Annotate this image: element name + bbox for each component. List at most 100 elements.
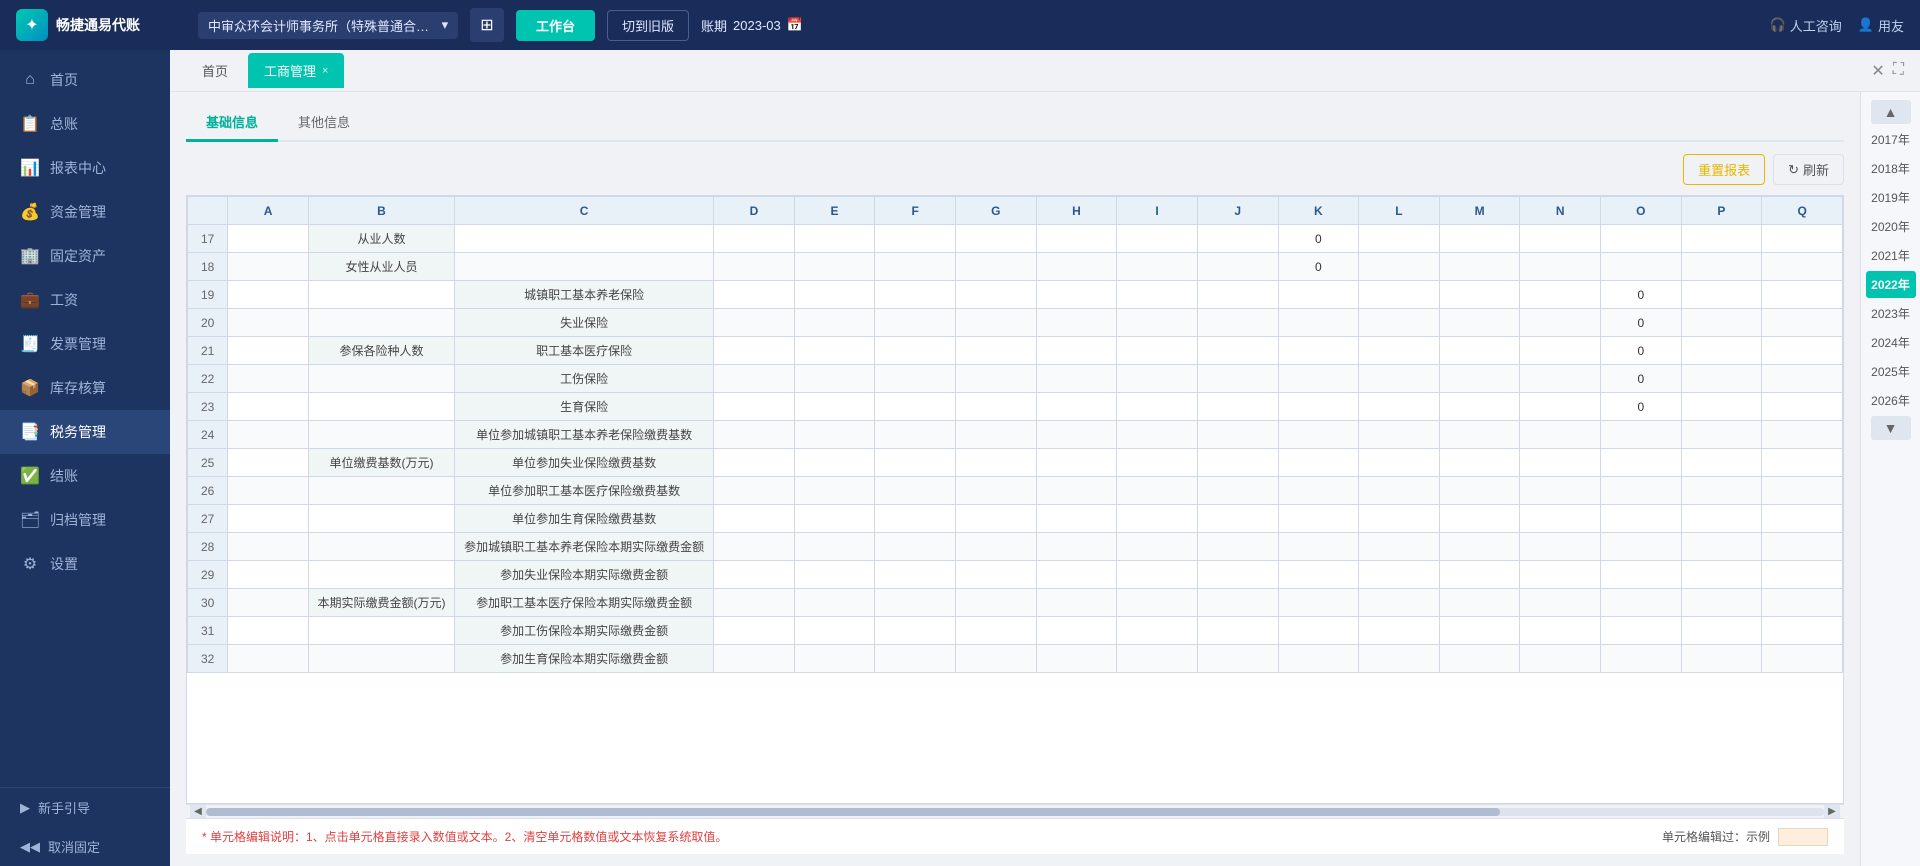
cell-28-n[interactable]	[1520, 533, 1601, 561]
sidebar-item-fixed-assets[interactable]: 🏢 固定资产	[0, 234, 170, 278]
cell-30-b[interactable]: 本期实际缴费金额(万元)	[308, 589, 454, 617]
cell-25-q[interactable]	[1762, 449, 1843, 477]
cell-27-m[interactable]	[1439, 505, 1520, 533]
cell-18-i[interactable]	[1117, 253, 1198, 281]
cell-29-h[interactable]	[1036, 561, 1117, 589]
cell-31-g[interactable]	[956, 617, 1037, 645]
cell-21-b[interactable]: 参保各险种人数	[308, 337, 454, 365]
year-item-2022[interactable]: 2022年	[1866, 271, 1916, 298]
cell-20-f[interactable]	[875, 309, 956, 337]
cell-19-f[interactable]	[875, 281, 956, 309]
cell-27-o[interactable]	[1601, 505, 1682, 533]
cell-24-b[interactable]	[308, 421, 454, 449]
sidebar-item-tax-mgmt[interactable]: 📑 税务管理	[0, 410, 170, 454]
cell-30-f[interactable]	[875, 589, 956, 617]
year-item-2025[interactable]: 2025年	[1866, 358, 1916, 385]
cell-24-l[interactable]	[1359, 421, 1440, 449]
cell-22-b[interactable]	[308, 365, 454, 393]
cell-22-q[interactable]	[1762, 365, 1843, 393]
cell-26-g[interactable]	[956, 477, 1037, 505]
cell-19-p[interactable]	[1681, 281, 1762, 309]
cell-19-n[interactable]	[1520, 281, 1601, 309]
cell-27-j[interactable]	[1197, 505, 1278, 533]
cell-27-g[interactable]	[956, 505, 1037, 533]
cell-25-l[interactable]	[1359, 449, 1440, 477]
cell-31-p[interactable]	[1681, 617, 1762, 645]
cell-31-m[interactable]	[1439, 617, 1520, 645]
cell-25-k[interactable]	[1278, 449, 1359, 477]
h-scroll-track[interactable]	[206, 808, 1824, 816]
year-item-2018[interactable]: 2018年	[1866, 155, 1916, 182]
sidebar-item-archive-mgmt[interactable]: 🗂 归档管理	[0, 498, 170, 542]
cell-20-p[interactable]	[1681, 309, 1762, 337]
cell-17-c[interactable]	[455, 225, 714, 253]
sidebar-item-closing[interactable]: ✅ 结账	[0, 454, 170, 498]
cell-18-c[interactable]	[455, 253, 714, 281]
cell-28-b[interactable]	[308, 533, 454, 561]
cell-26-l[interactable]	[1359, 477, 1440, 505]
cell-30-l[interactable]	[1359, 589, 1440, 617]
cell-32-n[interactable]	[1520, 645, 1601, 673]
cell-31-o[interactable]	[1601, 617, 1682, 645]
cell-17-q[interactable]	[1762, 225, 1843, 253]
cell-25-p[interactable]	[1681, 449, 1762, 477]
cell-21-f[interactable]	[875, 337, 956, 365]
switch-version-button[interactable]: 切到旧版	[607, 10, 689, 41]
cell-18-h[interactable]	[1036, 253, 1117, 281]
cell-22-o[interactable]: 0	[1601, 365, 1682, 393]
company-icon-button[interactable]: ⊞	[470, 8, 504, 42]
sidebar-item-invoice-mgmt[interactable]: 🧾 发票管理	[0, 322, 170, 366]
sidebar-item-new-guide[interactable]: ▶ 新手引导	[0, 788, 170, 827]
cell-23-o[interactable]: 0	[1601, 393, 1682, 421]
cell-23-a[interactable]	[228, 393, 309, 421]
cell-26-c[interactable]: 单位参加职工基本医疗保险缴费基数	[455, 477, 714, 505]
cell-32-p[interactable]	[1681, 645, 1762, 673]
cell-27-n[interactable]	[1520, 505, 1601, 533]
refresh-button[interactable]: ↻ 刷新	[1773, 154, 1844, 185]
cell-32-q[interactable]	[1762, 645, 1843, 673]
cell-29-o[interactable]	[1601, 561, 1682, 589]
cell-26-p[interactable]	[1681, 477, 1762, 505]
cell-24-q[interactable]	[1762, 421, 1843, 449]
calendar-icon[interactable]: 📅	[787, 17, 803, 33]
cell-19-d[interactable]	[714, 281, 795, 309]
cell-23-p[interactable]	[1681, 393, 1762, 421]
cell-28-p[interactable]	[1681, 533, 1762, 561]
tab-close-icon[interactable]: ×	[322, 65, 328, 77]
cell-19-k[interactable]	[1278, 281, 1359, 309]
cell-17-f[interactable]	[875, 225, 956, 253]
cell-20-d[interactable]	[714, 309, 795, 337]
cell-23-j[interactable]	[1197, 393, 1278, 421]
cell-26-q[interactable]	[1762, 477, 1843, 505]
cell-29-p[interactable]	[1681, 561, 1762, 589]
year-item-2023[interactable]: 2023年	[1866, 300, 1916, 327]
cell-20-l[interactable]	[1359, 309, 1440, 337]
cell-20-g[interactable]	[956, 309, 1037, 337]
cell-29-d[interactable]	[714, 561, 795, 589]
cell-29-c[interactable]: 参加失业保险本期实际缴费金额	[455, 561, 714, 589]
cell-20-e[interactable]	[794, 309, 875, 337]
cell-27-l[interactable]	[1359, 505, 1440, 533]
cell-27-e[interactable]	[794, 505, 875, 533]
cell-19-q[interactable]	[1762, 281, 1843, 309]
cell-22-e[interactable]	[794, 365, 875, 393]
cell-30-q[interactable]	[1762, 589, 1843, 617]
cell-26-o[interactable]	[1601, 477, 1682, 505]
cell-25-a[interactable]	[228, 449, 309, 477]
cell-31-b[interactable]	[308, 617, 454, 645]
cell-22-g[interactable]	[956, 365, 1037, 393]
cell-30-h[interactable]	[1036, 589, 1117, 617]
cell-31-i[interactable]	[1117, 617, 1198, 645]
cell-32-i[interactable]	[1117, 645, 1198, 673]
cell-28-f[interactable]	[875, 533, 956, 561]
cell-18-f[interactable]	[875, 253, 956, 281]
cell-24-j[interactable]	[1197, 421, 1278, 449]
cell-28-j[interactable]	[1197, 533, 1278, 561]
expand-window-button[interactable]: ⛶	[1893, 61, 1904, 81]
cell-21-i[interactable]	[1117, 337, 1198, 365]
cell-21-j[interactable]	[1197, 337, 1278, 365]
cell-21-c[interactable]: 职工基本医疗保险	[455, 337, 714, 365]
cell-24-k[interactable]	[1278, 421, 1359, 449]
cell-29-b[interactable]	[308, 561, 454, 589]
cell-30-j[interactable]	[1197, 589, 1278, 617]
